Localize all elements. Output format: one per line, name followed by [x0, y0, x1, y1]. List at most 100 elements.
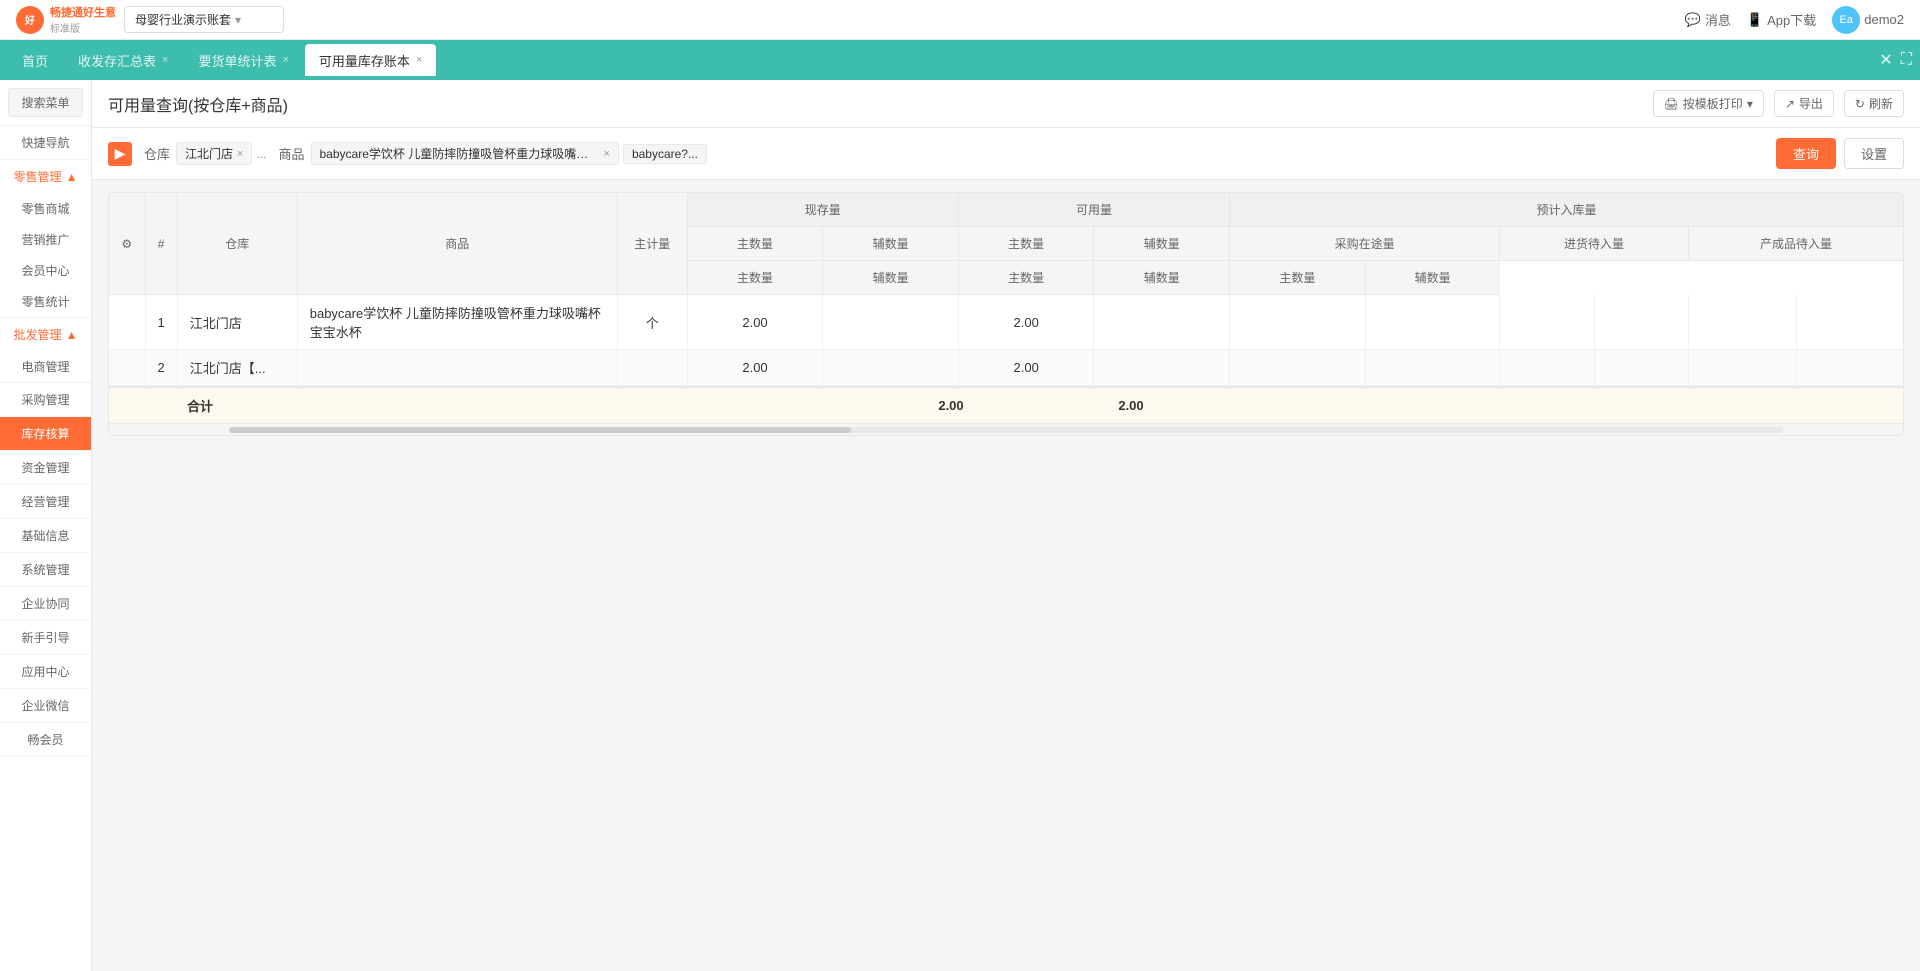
footer-avail-aux	[1176, 398, 1266, 414]
row1-warehouse: 江北门店	[177, 295, 297, 350]
th-product-pending-group: 产成品待入量	[1689, 227, 1904, 261]
sidebar-section-retail: 零售管理 ▲ 零售商城 营销推广 会员中心 零售统计	[0, 160, 91, 318]
chevron-down-icon: ▾	[235, 13, 241, 27]
table-footer: 合计 2.00 2.00	[109, 386, 1903, 423]
tab-receipt-summary[interactable]: 收发存汇总表 ×	[64, 44, 182, 76]
close-all-tabs-btn[interactable]: ✕	[1879, 50, 1892, 70]
row2-pt-aux	[1365, 350, 1499, 386]
th-settings[interactable]: ⚙	[109, 193, 145, 295]
th-product: 商品	[297, 193, 617, 295]
refresh-icon: ↻	[1855, 97, 1865, 111]
sidebar-item-marketing[interactable]: 营销推广	[0, 224, 91, 255]
sidebar-item-operations[interactable]: 经营管理	[0, 485, 91, 519]
user-menu[interactable]: Ea demo2	[1832, 6, 1904, 34]
tab-home[interactable]: 首页	[8, 44, 62, 76]
th-pp-main: 主数量	[958, 261, 1094, 295]
scrollbar-thumb[interactable]	[229, 427, 851, 433]
sidebar-quick-nav[interactable]: 快捷导航	[0, 126, 91, 160]
message-btn[interactable]: 💬 消息	[1685, 10, 1731, 29]
sidebar-item-retail-stats[interactable]: 零售统计	[0, 286, 91, 317]
sidebar-item-retail-mall[interactable]: 零售商城	[0, 193, 91, 224]
logo-text: 畅捷通好生意 标准版	[50, 4, 116, 35]
app-download-btn[interactable]: 📱 App下载	[1747, 10, 1816, 29]
sidebar-item-system[interactable]: 系统管理	[0, 553, 91, 587]
th-current-aux: 辅数量	[823, 227, 959, 261]
th-current-main: 主数量	[687, 227, 823, 261]
row1-index: 1	[145, 295, 177, 350]
sidebar: 搜索菜单 快捷导航 零售管理 ▲ 零售商城 营销推广 会员中心 零售统计 批发管…	[0, 80, 92, 971]
sidebar-item-wholesale-mgmt[interactable]: 批发管理 ▲	[0, 318, 91, 351]
tab-close-available[interactable]: ×	[416, 54, 422, 66]
expand-icon-2: ▲	[66, 328, 78, 342]
sidebar-item-membership[interactable]: 畅会员	[0, 723, 91, 757]
row1-pp-aux	[1594, 295, 1688, 350]
th-forecast-in-group: 预计入库量	[1230, 193, 1903, 227]
sidebar-item-enterprise[interactable]: 企业协同	[0, 587, 91, 621]
sidebar-item-inventory[interactable]: 库存核算	[0, 417, 91, 451]
sidebar-item-purchase-mgmt[interactable]: 采购管理	[0, 383, 91, 417]
page-actions: 🖨 按模板打印 ▾ ↗ 导出 ↻ 刷新	[1653, 90, 1904, 117]
export-btn[interactable]: ↗ 导出	[1774, 90, 1834, 117]
sidebar-item-app-center[interactable]: 应用中心	[0, 655, 91, 689]
tab-close-receipt[interactable]: ×	[162, 54, 168, 66]
th-pt-aux: 辅数量	[823, 261, 959, 295]
warehouse-more-btn[interactable]: ...	[256, 147, 266, 161]
content-area: 可用量查询(按仓库+商品) 🖨 按模板打印 ▾ ↗ 导出 ↻ 刷新 ▶	[92, 80, 1920, 971]
top-bar: 好 畅捷通好生意 标准版 母婴行业演示账套 ▾ 💬 消息 📱 App下载 Ea …	[0, 0, 1920, 40]
footer-label: 合计	[175, 388, 836, 423]
th-pp-aux: 辅数量	[1094, 261, 1230, 295]
row2-index: 2	[145, 350, 177, 386]
row1-current-aux	[823, 295, 959, 350]
warehouse-tag-close-0[interactable]: ×	[237, 148, 243, 160]
product-tags: babycare学饮杯 儿童防摔防撞吸管杯重力球吸嘴杯宝宝水杯 × babyca…	[311, 142, 707, 165]
row1-pt-main	[1230, 295, 1366, 350]
warehouse-tag-0: 江北门店 ×	[176, 142, 252, 165]
row2-product	[297, 350, 617, 386]
filter-toggle-btn[interactable]: ▶	[108, 142, 132, 166]
table-row: 1 江北门店 babycare学饮杯 儿童防摔防撞吸管杯重力球吸嘴杯宝宝水杯 个…	[109, 295, 1903, 350]
table-container: ⚙ # 仓库 商品 主计量 现存量 可用量 预计入库量 主数量 辅数量	[92, 180, 1920, 971]
footer-avail-main: 2.00	[1086, 390, 1176, 421]
refresh-btn[interactable]: ↻ 刷新	[1844, 90, 1904, 117]
tab-order-stats[interactable]: 要货单统计表 ×	[184, 44, 302, 76]
expand-btn[interactable]: ⛶	[1901, 51, 1912, 69]
row1-unit: 个	[617, 295, 687, 350]
tab-close-order[interactable]: ×	[282, 54, 288, 66]
footer-current-main: 2.00	[906, 390, 996, 421]
settings-btn[interactable]: 设置	[1844, 138, 1904, 169]
page-header: 可用量查询(按仓库+商品) 🖨 按模板打印 ▾ ↗ 导出 ↻ 刷新	[92, 80, 1920, 128]
th-index: #	[145, 193, 177, 295]
sidebar-item-basic-info[interactable]: 基础信息	[0, 519, 91, 553]
sidebar-item-wechat-work[interactable]: 企业微信	[0, 689, 91, 723]
row2-pp-main	[1500, 350, 1594, 386]
app-icon: 📱	[1747, 12, 1763, 28]
product-tag-close-0[interactable]: ×	[604, 148, 610, 160]
store-selector[interactable]: 母婴行业演示账套 ▾	[124, 6, 284, 33]
sidebar-item-ecommerce[interactable]: 电商管理	[0, 351, 91, 382]
table-header-row-1: ⚙ # 仓库 商品 主计量 现存量 可用量 预计入库量	[109, 193, 1903, 227]
row2-pp-aux	[1594, 350, 1688, 386]
template-print-btn[interactable]: 🖨 按模板打印 ▾	[1653, 90, 1764, 117]
sidebar-item-newbie[interactable]: 新手引导	[0, 621, 91, 655]
search-menu-btn[interactable]: 搜索菜单	[8, 88, 83, 117]
sidebar-search-area: 搜索菜单	[0, 80, 91, 126]
scrollbar-area[interactable]	[109, 423, 1903, 435]
row1-settings	[109, 295, 145, 350]
row1-pt-aux	[1365, 295, 1499, 350]
product-filter: 商品 babycare学饮杯 儿童防摔防撞吸管杯重力球吸嘴杯宝宝水杯 × bab…	[278, 142, 707, 165]
sidebar-item-retail-mgmt[interactable]: 零售管理 ▲	[0, 160, 91, 193]
th-available-group: 可用量	[958, 193, 1229, 227]
page-title: 可用量查询(按仓库+商品)	[108, 92, 288, 116]
main-table: ⚙ # 仓库 商品 主计量 现存量 可用量 预计入库量 主数量 辅数量	[109, 193, 1903, 386]
row1-prod-main	[1689, 295, 1797, 350]
th-avail-aux: 辅数量	[1094, 227, 1230, 261]
sidebar-item-member-center[interactable]: 会员中心	[0, 255, 91, 286]
top-bar-right: 💬 消息 📱 App下载 Ea demo2	[1685, 6, 1904, 34]
query-btn[interactable]: 查询	[1776, 138, 1836, 169]
sidebar-item-finance[interactable]: 资金管理	[0, 451, 91, 485]
tab-available-stock[interactable]: 可用量库存账本 ×	[305, 44, 436, 76]
footer-spacer2	[145, 398, 175, 414]
row1-avail-main: 2.00	[958, 295, 1094, 350]
row1-product: babycare学饮杯 儿童防摔防撞吸管杯重力球吸嘴杯宝宝水杯	[297, 295, 617, 350]
tab-bar-actions: ✕ ⛶	[1879, 50, 1912, 70]
